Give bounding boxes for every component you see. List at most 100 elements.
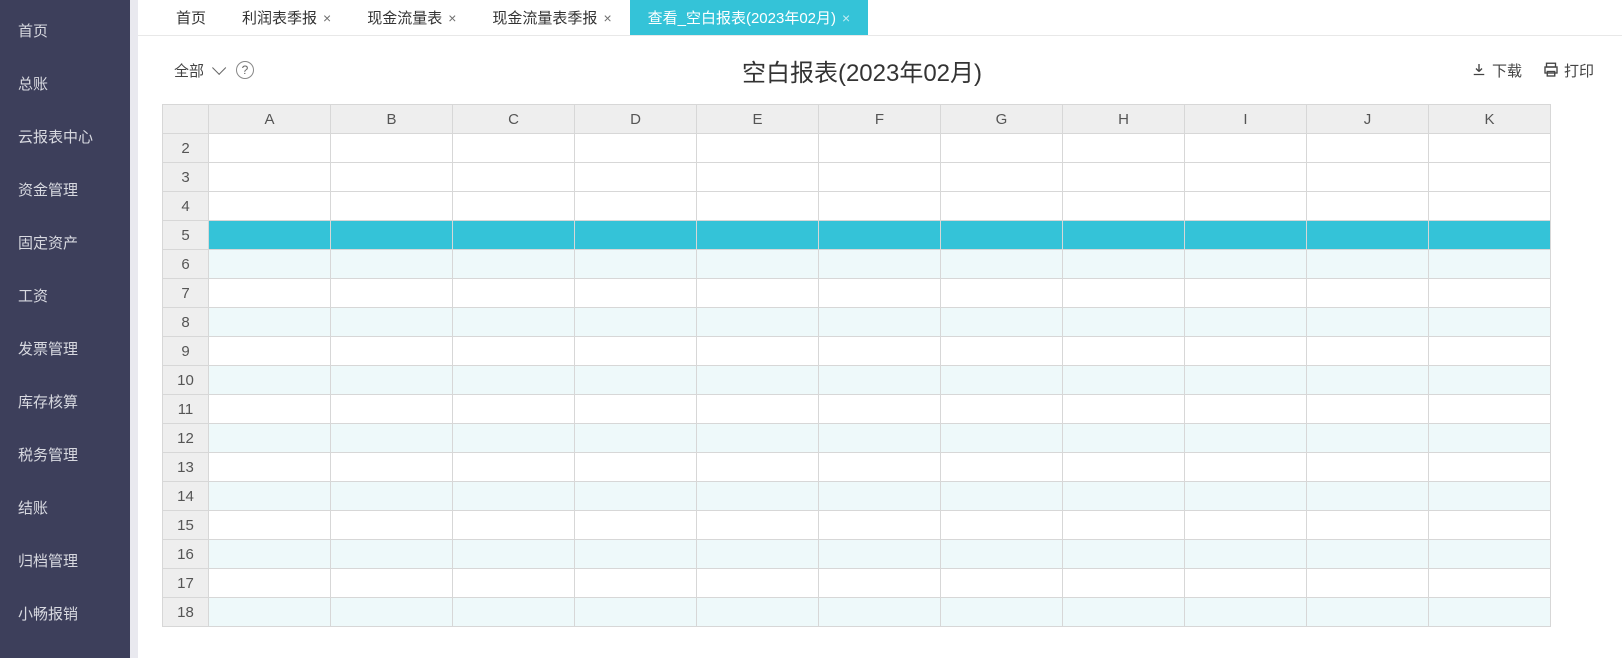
cell-J11[interactable] [1307, 395, 1429, 424]
cell-J15[interactable] [1307, 511, 1429, 540]
cell-G15[interactable] [941, 511, 1063, 540]
sidebar-scrollbar[interactable] [130, 0, 138, 658]
cell-F11[interactable] [819, 395, 941, 424]
cell-K3[interactable] [1429, 163, 1551, 192]
cell-F15[interactable] [819, 511, 941, 540]
sidebar-item-3[interactable]: 资金管理 [0, 163, 130, 216]
cell-B6[interactable] [331, 250, 453, 279]
cell-C14[interactable] [453, 482, 575, 511]
cell-C9[interactable] [453, 337, 575, 366]
cell-G6[interactable] [941, 250, 1063, 279]
cell-D16[interactable] [575, 540, 697, 569]
cell-G11[interactable] [941, 395, 1063, 424]
cell-A7[interactable] [209, 279, 331, 308]
cell-K14[interactable] [1429, 482, 1551, 511]
cell-K18[interactable] [1429, 598, 1551, 627]
cell-J14[interactable] [1307, 482, 1429, 511]
cell-D10[interactable] [575, 366, 697, 395]
close-icon[interactable]: × [603, 10, 611, 26]
row-header-12[interactable]: 12 [163, 424, 209, 453]
cell-G3[interactable] [941, 163, 1063, 192]
cell-A10[interactable] [209, 366, 331, 395]
cell-A5[interactable] [209, 221, 331, 250]
cell-E9[interactable] [697, 337, 819, 366]
close-icon[interactable]: × [842, 10, 850, 26]
cell-E18[interactable] [697, 598, 819, 627]
cell-E17[interactable] [697, 569, 819, 598]
row-header-6[interactable]: 6 [163, 250, 209, 279]
cell-D13[interactable] [575, 453, 697, 482]
cell-H15[interactable] [1063, 511, 1185, 540]
cell-B14[interactable] [331, 482, 453, 511]
cell-J8[interactable] [1307, 308, 1429, 337]
column-header-G[interactable]: G [941, 105, 1063, 134]
cell-B15[interactable] [331, 511, 453, 540]
cell-E3[interactable] [697, 163, 819, 192]
cell-H3[interactable] [1063, 163, 1185, 192]
cell-C2[interactable] [453, 134, 575, 163]
cell-J18[interactable] [1307, 598, 1429, 627]
cell-C16[interactable] [453, 540, 575, 569]
cell-A15[interactable] [209, 511, 331, 540]
cell-I5[interactable] [1185, 221, 1307, 250]
cell-G5[interactable] [941, 221, 1063, 250]
cell-B9[interactable] [331, 337, 453, 366]
column-header-B[interactable]: B [331, 105, 453, 134]
cell-I17[interactable] [1185, 569, 1307, 598]
cell-A8[interactable] [209, 308, 331, 337]
cell-F13[interactable] [819, 453, 941, 482]
cell-B5[interactable] [331, 221, 453, 250]
cell-C10[interactable] [453, 366, 575, 395]
cell-E13[interactable] [697, 453, 819, 482]
cell-I15[interactable] [1185, 511, 1307, 540]
cell-K12[interactable] [1429, 424, 1551, 453]
tab-1[interactable]: 利润表季报× [224, 0, 349, 35]
download-button[interactable]: 下载 [1470, 60, 1522, 81]
cell-H4[interactable] [1063, 192, 1185, 221]
row-header-9[interactable]: 9 [163, 337, 209, 366]
cell-A4[interactable] [209, 192, 331, 221]
cell-G7[interactable] [941, 279, 1063, 308]
cell-H11[interactable] [1063, 395, 1185, 424]
row-header-13[interactable]: 13 [163, 453, 209, 482]
cell-D18[interactable] [575, 598, 697, 627]
cell-I6[interactable] [1185, 250, 1307, 279]
cell-A18[interactable] [209, 598, 331, 627]
sidebar-item-0[interactable]: 首页 [0, 4, 130, 57]
cell-C8[interactable] [453, 308, 575, 337]
tab-4[interactable]: 查看_空白报表(2023年02月)× [630, 0, 869, 35]
cell-G14[interactable] [941, 482, 1063, 511]
cell-C18[interactable] [453, 598, 575, 627]
cell-B3[interactable] [331, 163, 453, 192]
cell-A2[interactable] [209, 134, 331, 163]
cell-E14[interactable] [697, 482, 819, 511]
cell-A11[interactable] [209, 395, 331, 424]
row-header-5[interactable]: 5 [163, 221, 209, 250]
cell-D7[interactable] [575, 279, 697, 308]
tab-2[interactable]: 现金流量表× [349, 0, 474, 35]
cell-B7[interactable] [331, 279, 453, 308]
cell-B18[interactable] [331, 598, 453, 627]
filter-dropdown[interactable]: 全部 ? [174, 60, 254, 81]
cell-D9[interactable] [575, 337, 697, 366]
cell-D4[interactable] [575, 192, 697, 221]
column-header-C[interactable]: C [453, 105, 575, 134]
cell-H16[interactable] [1063, 540, 1185, 569]
cell-K17[interactable] [1429, 569, 1551, 598]
row-header-2[interactable]: 2 [163, 134, 209, 163]
cell-I2[interactable] [1185, 134, 1307, 163]
grid-corner[interactable] [163, 105, 209, 134]
spreadsheet[interactable]: ABCDEFGHIJK23456789101112131415161718 [138, 104, 1622, 658]
cell-C5[interactable] [453, 221, 575, 250]
sidebar-item-6[interactable]: 发票管理 [0, 322, 130, 375]
column-header-E[interactable]: E [697, 105, 819, 134]
cell-I18[interactable] [1185, 598, 1307, 627]
close-icon[interactable]: × [448, 10, 456, 26]
column-header-I[interactable]: I [1185, 105, 1307, 134]
cell-K7[interactable] [1429, 279, 1551, 308]
cell-H10[interactable] [1063, 366, 1185, 395]
cell-I7[interactable] [1185, 279, 1307, 308]
cell-F12[interactable] [819, 424, 941, 453]
tab-3[interactable]: 现金流量表季报× [474, 0, 629, 35]
cell-B13[interactable] [331, 453, 453, 482]
